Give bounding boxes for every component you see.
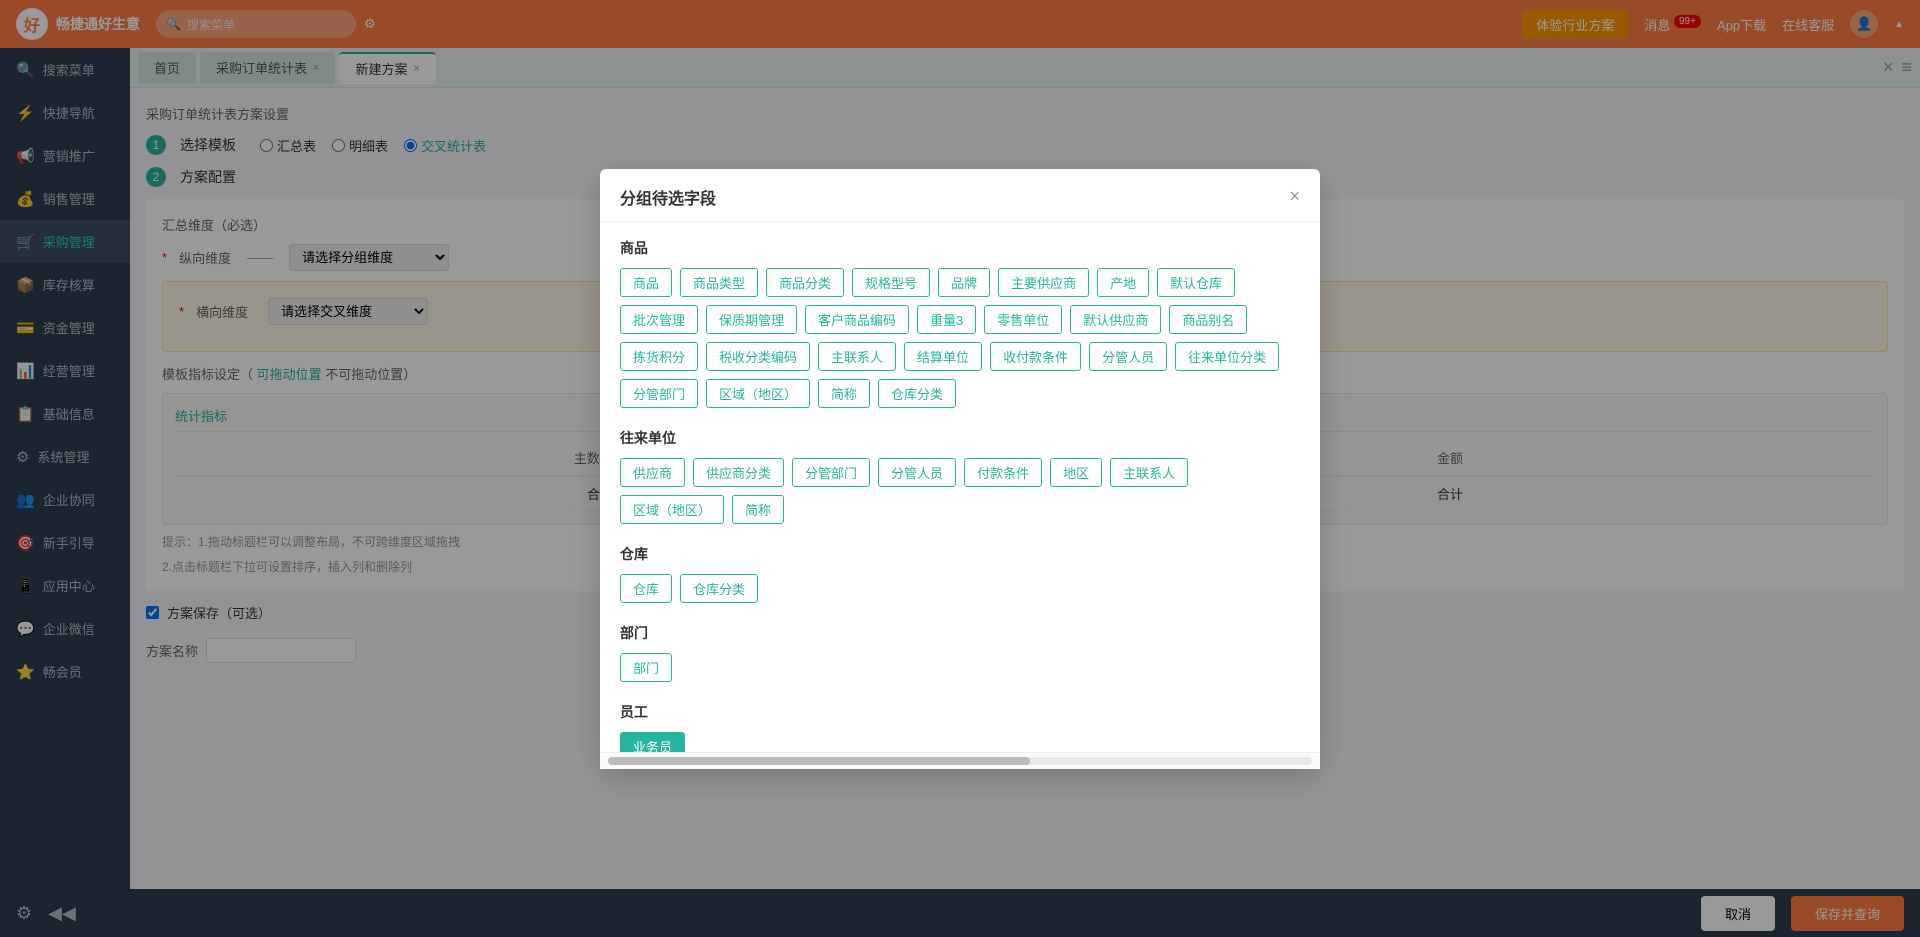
section-product: 商品 商品 商品类型 商品分类 规格型号 品牌 主要供应商 产地 默认仓库 批次… [620,238,1300,408]
section-partner-title: 往来单位 [620,428,1300,448]
field-tag-partner-category[interactable]: 往来单位分类 [1175,342,1279,371]
field-tag-retail-unit[interactable]: 零售单位 [984,305,1062,334]
field-tag-expiry-mgmt[interactable]: 保质期管理 [706,305,797,334]
field-tag-origin[interactable]: 产地 [1097,268,1149,297]
field-tag-spec-model[interactable]: 规格型号 [852,268,930,297]
section-employee-fields: 业务员 [620,732,1300,752]
field-tag-supplier-category[interactable]: 供应商分类 [693,458,784,487]
modal-body[interactable]: 商品 商品 商品类型 商品分类 规格型号 品牌 主要供应商 产地 默认仓库 批次… [600,222,1320,752]
modal-header: 分组待选字段 × [600,169,1320,222]
field-select-modal: 分组待选字段 × 商品 商品 商品类型 商品分类 规格型号 品牌 主要供应商 产… [600,169,1320,769]
field-tag-supplier[interactable]: 供应商 [620,458,685,487]
modal-horizontal-scrollbar[interactable] [608,757,1312,765]
field-tag-weight[interactable]: 重量3 [917,305,976,334]
modal-close-button[interactable]: × [1289,186,1300,207]
section-department: 部门 部门 [620,623,1300,682]
field-tag-region[interactable]: 区域（地区） [706,379,810,408]
section-department-fields: 部门 [620,653,1300,682]
field-tag-partner-dept[interactable]: 分管部门 [792,458,870,487]
field-tag-supervisor[interactable]: 分管人员 [1089,342,1167,371]
field-tag-product-alias[interactable]: 商品别名 [1169,305,1247,334]
field-tag-dept-managed[interactable]: 分管部门 [620,379,698,408]
field-tag-district[interactable]: 地区 [1050,458,1102,487]
field-tag-main-contact[interactable]: 主联系人 [818,342,896,371]
section-department-title: 部门 [620,623,1300,643]
field-tag-brand[interactable]: 品牌 [938,268,990,297]
field-tag-warehouse-category[interactable]: 仓库分类 [878,379,956,408]
field-tag-partner-contact[interactable]: 主联系人 [1110,458,1188,487]
field-tag-payment-terms[interactable]: 收付款条件 [990,342,1081,371]
field-tag-warehouse-cat[interactable]: 仓库分类 [680,574,758,603]
field-tag-tax-code[interactable]: 税收分类编码 [706,342,810,371]
field-tag-pick-points[interactable]: 拣货积分 [620,342,698,371]
field-tag-partner-supervisor[interactable]: 分管人员 [878,458,956,487]
field-tag-main-supplier[interactable]: 主要供应商 [998,268,1089,297]
field-tag-partner-abbr[interactable]: 简称 [732,495,784,524]
field-tag-department[interactable]: 部门 [620,653,672,682]
section-warehouse-fields: 仓库 仓库分类 [620,574,1300,603]
field-tag-product-category[interactable]: 商品分类 [766,268,844,297]
field-tag-settle-unit[interactable]: 结算单位 [904,342,982,371]
section-partner-fields: 供应商 供应商分类 分管部门 分管人员 付款条件 地区 主联系人 区域（地区） … [620,458,1300,524]
field-tag-salesperson[interactable]: 业务员 [620,732,685,752]
modal-overlay: 分组待选字段 × 商品 商品 商品类型 商品分类 规格型号 品牌 主要供应商 产… [0,0,1920,937]
field-tag-product[interactable]: 商品 [620,268,672,297]
section-warehouse: 仓库 仓库 仓库分类 [620,544,1300,603]
field-tag-default-warehouse[interactable]: 默认仓库 [1157,268,1235,297]
field-tag-batch-mgmt[interactable]: 批次管理 [620,305,698,334]
section-partner: 往来单位 供应商 供应商分类 分管部门 分管人员 付款条件 地区 主联系人 区域… [620,428,1300,524]
section-product-fields: 商品 商品类型 商品分类 规格型号 品牌 主要供应商 产地 默认仓库 批次管理 … [620,268,1300,408]
field-tag-warehouse[interactable]: 仓库 [620,574,672,603]
section-product-title: 商品 [620,238,1300,258]
field-tag-abbr[interactable]: 简称 [818,379,870,408]
section-employee: 员工 业务员 [620,702,1300,752]
field-tag-product-type[interactable]: 商品类型 [680,268,758,297]
modal-scrollbar-area [600,752,1320,769]
section-warehouse-title: 仓库 [620,544,1300,564]
field-tag-payment-condition[interactable]: 付款条件 [964,458,1042,487]
modal-title: 分组待选字段 [620,185,716,209]
scrollbar-thumb [608,757,1030,765]
field-tag-partner-region[interactable]: 区域（地区） [620,495,724,524]
field-tag-default-supplier[interactable]: 默认供应商 [1070,305,1161,334]
field-tag-customer-code[interactable]: 客户商品编码 [805,305,909,334]
section-employee-title: 员工 [620,702,1300,722]
